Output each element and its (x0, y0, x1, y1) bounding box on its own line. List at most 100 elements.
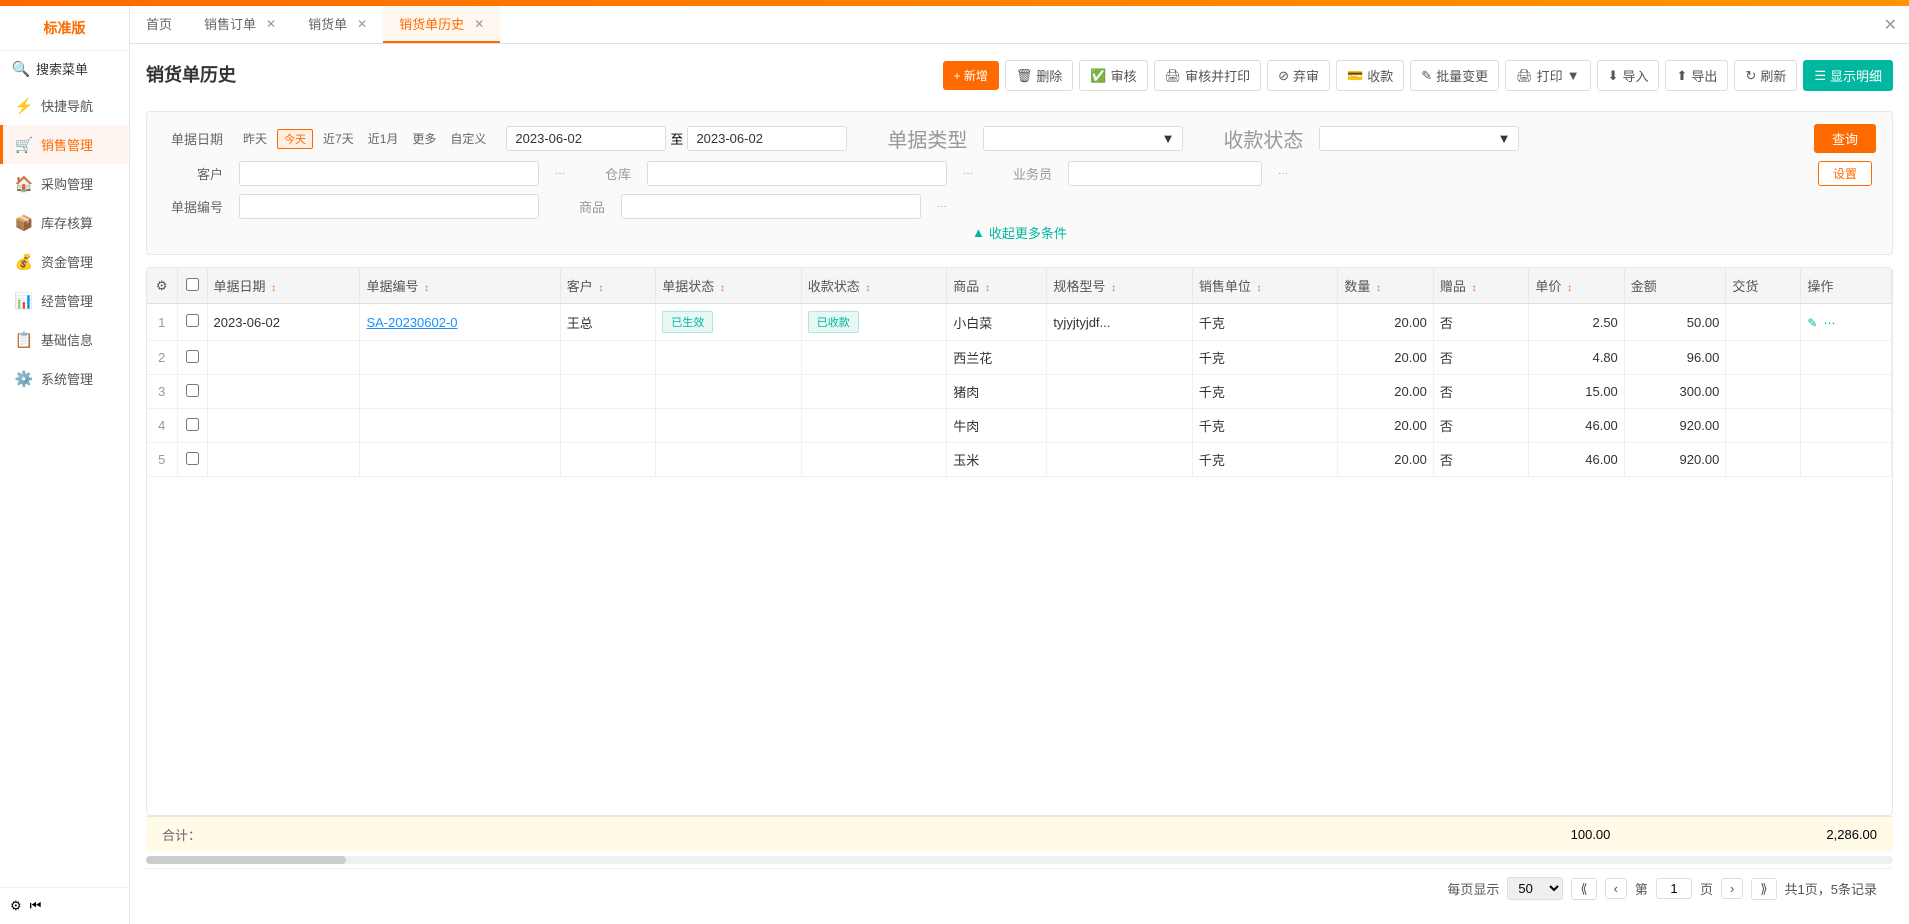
import-icon: ⬇ (1608, 68, 1619, 84)
customer-input[interactable] (239, 161, 539, 186)
th-gear[interactable]: ⚙ (147, 268, 177, 304)
row-check-1[interactable] (186, 350, 199, 363)
tab-sales-order[interactable]: 销售订单 ✕ (188, 6, 292, 43)
date-from-input[interactable] (506, 126, 666, 151)
preset-custom[interactable]: 自定义 (446, 128, 490, 149)
new-button[interactable]: + 新增 (943, 61, 999, 90)
cell-bill-status-3 (656, 409, 802, 443)
sidebar-item-basic[interactable]: 📋 基础信息 (0, 320, 129, 359)
staff-more-dots[interactable]: ··· (1278, 168, 1288, 179)
scrollbar-thumb[interactable] (146, 856, 346, 864)
sidebar-item-operations[interactable]: 📊 经营管理 (0, 281, 129, 320)
sidebar-item-inventory[interactable]: 📦 库存核算 (0, 203, 129, 242)
more-action[interactable]: ⋯ (1823, 316, 1835, 330)
sidebar-item-finance[interactable]: 💰 资金管理 (0, 242, 129, 281)
first-page-button[interactable]: ⟪ (1571, 878, 1596, 900)
show-detail-button[interactable]: ☰ 显示明细 (1803, 60, 1893, 91)
cell-check-2[interactable] (177, 375, 207, 409)
cell-check-1[interactable] (177, 341, 207, 375)
row-check-4[interactable] (186, 452, 199, 465)
row-check-2[interactable] (186, 384, 199, 397)
cell-goods-0: 小白菜 (947, 304, 1047, 341)
tab-close-all[interactable]: ✕ (1872, 15, 1909, 35)
customer-more-dots[interactable]: ··· (555, 168, 565, 179)
th-customer[interactable]: 客户 ↕ (560, 268, 655, 304)
delete-button[interactable]: 🗑 删除 (1005, 60, 1074, 91)
preset-7days[interactable]: 近7天 (319, 128, 358, 149)
date-to-input[interactable] (687, 126, 847, 151)
preset-yesterday[interactable]: 昨天 (239, 128, 271, 149)
scrollbar-track[interactable] (146, 856, 1893, 864)
tab-sales-history-close[interactable]: ✕ (474, 17, 484, 31)
tab-sales-goods-close[interactable]: ✕ (357, 17, 367, 31)
per-page-select[interactable]: 50 100 200 (1507, 877, 1563, 900)
preset-today[interactable]: 今天 (277, 129, 313, 149)
th-spec[interactable]: 规格型号 ↕ (1047, 268, 1193, 304)
goods-input[interactable] (621, 194, 921, 219)
review-button[interactable]: ✅ 审核 (1079, 60, 1147, 91)
sidebar-search[interactable]: 🔍 搜索菜单 (0, 51, 129, 86)
cell-customer-1 (560, 341, 655, 375)
tab-sales-goods[interactable]: 销货单 ✕ (292, 6, 383, 43)
collect-button[interactable]: 💳 收款 (1336, 60, 1404, 91)
warehouse-more-dots[interactable]: ··· (963, 168, 973, 179)
sidebar-item-purchase[interactable]: 🏠 采购管理 (0, 164, 129, 203)
th-gift[interactable]: 赠品 ↕ (1433, 268, 1528, 304)
cell-billno-3[interactable] (360, 409, 560, 443)
sidebar-item-system[interactable]: ⚙️ 系统管理 (0, 359, 129, 398)
th-price[interactable]: 单价 ↕ (1529, 268, 1624, 304)
cell-gift-3: 否 (1433, 409, 1528, 443)
th-collect-status[interactable]: 收款状态 ↕ (801, 268, 947, 304)
th-check[interactable] (177, 268, 207, 304)
cell-check-0[interactable] (177, 304, 207, 341)
cell-billno-4[interactable] (360, 443, 560, 477)
settings-bottom-icon[interactable]: ⚙ (10, 898, 22, 914)
th-billno[interactable]: 单据编号 ↕ (360, 268, 560, 304)
collapse-filter-button[interactable]: ▲ 收起更多条件 (972, 223, 1067, 242)
table-footer: 合计： 100.00 2,286.00 (146, 816, 1893, 852)
preset-more[interactable]: 更多 (408, 128, 440, 149)
cell-spec-4 (1047, 443, 1193, 477)
staff-input[interactable] (1068, 161, 1262, 186)
page-number-input[interactable] (1656, 878, 1692, 899)
cell-billno-1[interactable] (360, 341, 560, 375)
settings-button[interactable]: 设置 (1818, 161, 1872, 186)
collapse-sidebar-icon[interactable]: ⏮ (30, 898, 42, 914)
batch-change-button[interactable]: ✎ 批量变更 (1410, 60, 1499, 91)
th-goods[interactable]: 商品 ↕ (947, 268, 1047, 304)
import-button[interactable]: ⬇ 导入 (1597, 60, 1660, 91)
cell-billno-0[interactable]: SA-20230602-0 (360, 304, 560, 341)
cell-billno-2[interactable] (360, 375, 560, 409)
th-unit[interactable]: 销售单位 ↕ (1192, 268, 1338, 304)
collect-status-select[interactable]: ▼ (1319, 126, 1519, 151)
export-button[interactable]: ⬆ 导出 (1665, 60, 1728, 91)
warehouse-input[interactable] (647, 161, 947, 186)
tab-home[interactable]: 首页 (130, 6, 188, 43)
prev-page-button[interactable]: ‹ (1605, 878, 1627, 899)
print-button[interactable]: 🖨 打印 ▼ (1505, 60, 1590, 91)
th-bill-status[interactable]: 单据状态 ↕ (656, 268, 802, 304)
row-check-3[interactable] (186, 418, 199, 431)
last-page-button[interactable]: ⟫ (1751, 878, 1776, 900)
row-check-0[interactable] (186, 314, 199, 327)
cell-check-3[interactable] (177, 409, 207, 443)
billno-input[interactable] (239, 194, 539, 219)
th-qty[interactable]: 数量 ↕ (1338, 268, 1433, 304)
type-select[interactable]: ▼ (983, 126, 1183, 151)
goods-more-dots[interactable]: ··· (937, 201, 947, 212)
preset-1month[interactable]: 近1月 (364, 128, 403, 149)
edit-action[interactable]: ✎ (1807, 316, 1817, 330)
query-button[interactable]: 查询 (1814, 124, 1876, 153)
tab-sales-order-close[interactable]: ✕ (266, 17, 276, 31)
sidebar-item-quick-nav[interactable]: ⚡ 快捷导航 (0, 86, 129, 125)
th-amount: 金额 (1624, 268, 1726, 304)
refresh-button[interactable]: ↻ 刷新 (1734, 60, 1797, 91)
sidebar-item-sales[interactable]: 🛒 销售管理 (0, 125, 129, 164)
review-print-button[interactable]: 🖨 审核并打印 (1154, 60, 1262, 91)
next-page-button[interactable]: › (1721, 878, 1743, 899)
th-date[interactable]: 单据日期 ↕ (207, 268, 360, 304)
check-all[interactable] (186, 278, 199, 291)
abandon-button[interactable]: ⊘ 弃审 (1267, 60, 1330, 91)
tab-sales-history[interactable]: 销货单历史 ✕ (383, 6, 500, 43)
cell-check-4[interactable] (177, 443, 207, 477)
